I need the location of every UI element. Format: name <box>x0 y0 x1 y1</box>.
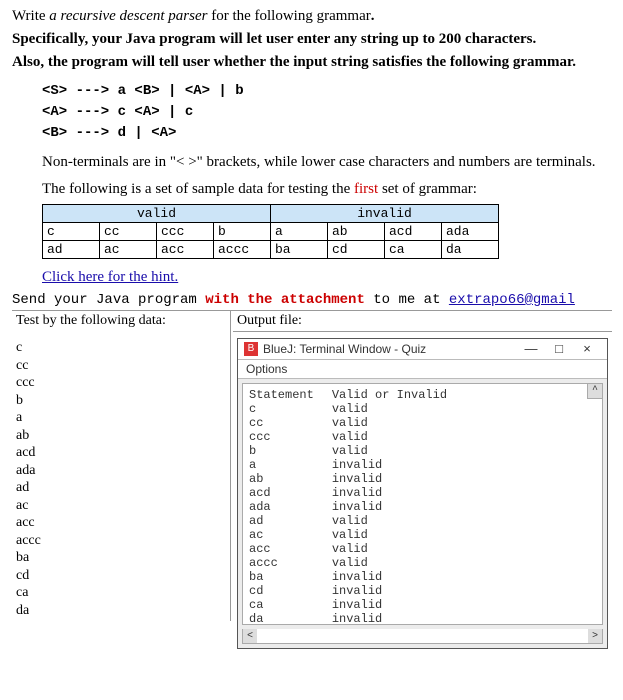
output-row: bvalid <box>249 444 465 458</box>
output-row: acccvalid <box>249 556 465 570</box>
test-data-item: ac <box>16 497 226 515</box>
test-data-item: cc <box>16 357 226 375</box>
output-row: acdinvalid <box>249 486 465 500</box>
table-row: c cc ccc b a ab acd ada <box>43 223 499 241</box>
send-mid: to me at <box>365 292 449 308</box>
maximize-button[interactable]: □ <box>545 342 573 356</box>
send-pre: Send your Java program <box>12 292 205 308</box>
test-data-list: ccccccbaabacdadaadacaccacccbacdcada <box>16 339 226 619</box>
intro-line2a: Specifically, your Java program will let… <box>12 31 612 48</box>
intro-line1: Write a recursive descent parser for the… <box>12 8 612 25</box>
test-data-item: acd <box>16 444 226 462</box>
send-line: Send your Java program with the attachme… <box>12 292 612 308</box>
test-data-item: ada <box>16 462 226 480</box>
intro-italic: a recursive descent parser <box>49 8 207 24</box>
intro-line2b: Also, the program will tell user whether… <box>12 54 612 71</box>
test-data-item: ccc <box>16 374 226 392</box>
terminal-titlebar: B BlueJ: Terminal Window - Quiz — □ × <box>238 339 607 360</box>
terminal-output-area: ^ StatementValid or Invalidcvalidccvalid… <box>242 383 603 625</box>
scroll-up-button[interactable]: ^ <box>587 384 602 399</box>
sample-table: valid invalid c cc ccc b a ab acd ada ad… <box>42 204 499 259</box>
bluej-icon: B <box>244 342 258 356</box>
test-data-item: ad <box>16 479 226 497</box>
nonterminal-note: Non-terminals are in "< >" brackets, whi… <box>42 154 612 171</box>
output-row: acvalid <box>249 528 465 542</box>
output-row: dainvalid <box>249 612 465 625</box>
lower-wrap: Test by the following data: ccccccbaabac… <box>12 310 612 649</box>
table-row: ad ac acc accc ba cd ca da <box>43 241 499 259</box>
sample-suffix: set of grammar: <box>378 181 477 197</box>
horizontal-scrollbar[interactable]: < > <box>242 629 603 644</box>
options-menu[interactable]: Options <box>246 362 287 376</box>
sample-note: The following is a set of sample data fo… <box>42 181 612 198</box>
test-data-item: ca <box>16 584 226 602</box>
grammar-rule-s: <S> ---> a <B> | <A> | b <box>42 81 612 102</box>
output-row: cdinvalid <box>249 584 465 598</box>
valid-header: valid <box>43 205 271 223</box>
sample-prefix: The following is a set of sample data fo… <box>42 181 354 197</box>
output-table: StatementValid or Invalidcvalidccvalidcc… <box>249 388 465 625</box>
sample-red: first <box>354 181 378 197</box>
output-column: Output file: B BlueJ: Terminal Window - … <box>231 311 612 649</box>
test-data-column: Test by the following data: ccccccbaabac… <box>12 311 231 621</box>
test-data-item: cd <box>16 567 226 585</box>
output-label: Output file: <box>233 311 612 332</box>
intro-suffix: for the following grammar <box>207 8 370 24</box>
test-data-item: ab <box>16 427 226 445</box>
grammar-rule-a: <A> ---> c <A> | c <box>42 102 612 123</box>
intro-period: . <box>371 8 375 24</box>
output-row: ccvalid <box>249 416 465 430</box>
output-row: abinvalid <box>249 472 465 486</box>
terminal-window: B BlueJ: Terminal Window - Quiz — □ × Op… <box>237 338 608 649</box>
output-row: advalid <box>249 514 465 528</box>
test-data-item: accc <box>16 532 226 550</box>
output-header-col: Statement <box>249 388 332 402</box>
scroll-left-button[interactable]: < <box>243 629 257 643</box>
grammar-rule-b: <B> ---> d | <A> <box>42 123 612 144</box>
terminal-menubar: Options <box>238 360 607 379</box>
test-data-title: Test by the following data: <box>16 313 226 329</box>
output-row: adainvalid <box>249 500 465 514</box>
test-data-item: b <box>16 392 226 410</box>
output-row: ainvalid <box>249 458 465 472</box>
test-data-item: c <box>16 339 226 357</box>
output-row: cainvalid <box>249 598 465 612</box>
minimize-button[interactable]: — <box>517 342 545 356</box>
send-red: with the attachment <box>205 292 365 308</box>
output-row: cvalid <box>249 402 465 416</box>
test-data-item: da <box>16 602 226 620</box>
output-row: cccvalid <box>249 430 465 444</box>
test-data-item: acc <box>16 514 226 532</box>
scroll-right-button[interactable]: > <box>588 629 602 643</box>
grammar-block: <S> ---> a <B> | <A> | b <A> ---> c <A> … <box>42 81 612 144</box>
test-data-item: ba <box>16 549 226 567</box>
invalid-header: invalid <box>271 205 499 223</box>
output-row: accvalid <box>249 542 465 556</box>
test-data-item: a <box>16 409 226 427</box>
send-email[interactable]: extrapo66@gmail <box>449 292 575 308</box>
terminal-title: BlueJ: Terminal Window - Quiz <box>263 342 426 356</box>
hint-link[interactable]: Click here for the hint. <box>42 269 178 285</box>
output-header-col: Valid or Invalid <box>332 388 465 402</box>
close-button[interactable]: × <box>573 342 601 356</box>
output-row: bainvalid <box>249 570 465 584</box>
intro-write: Write <box>12 8 49 24</box>
hint-link-wrap: Click here for the hint. <box>42 269 612 286</box>
